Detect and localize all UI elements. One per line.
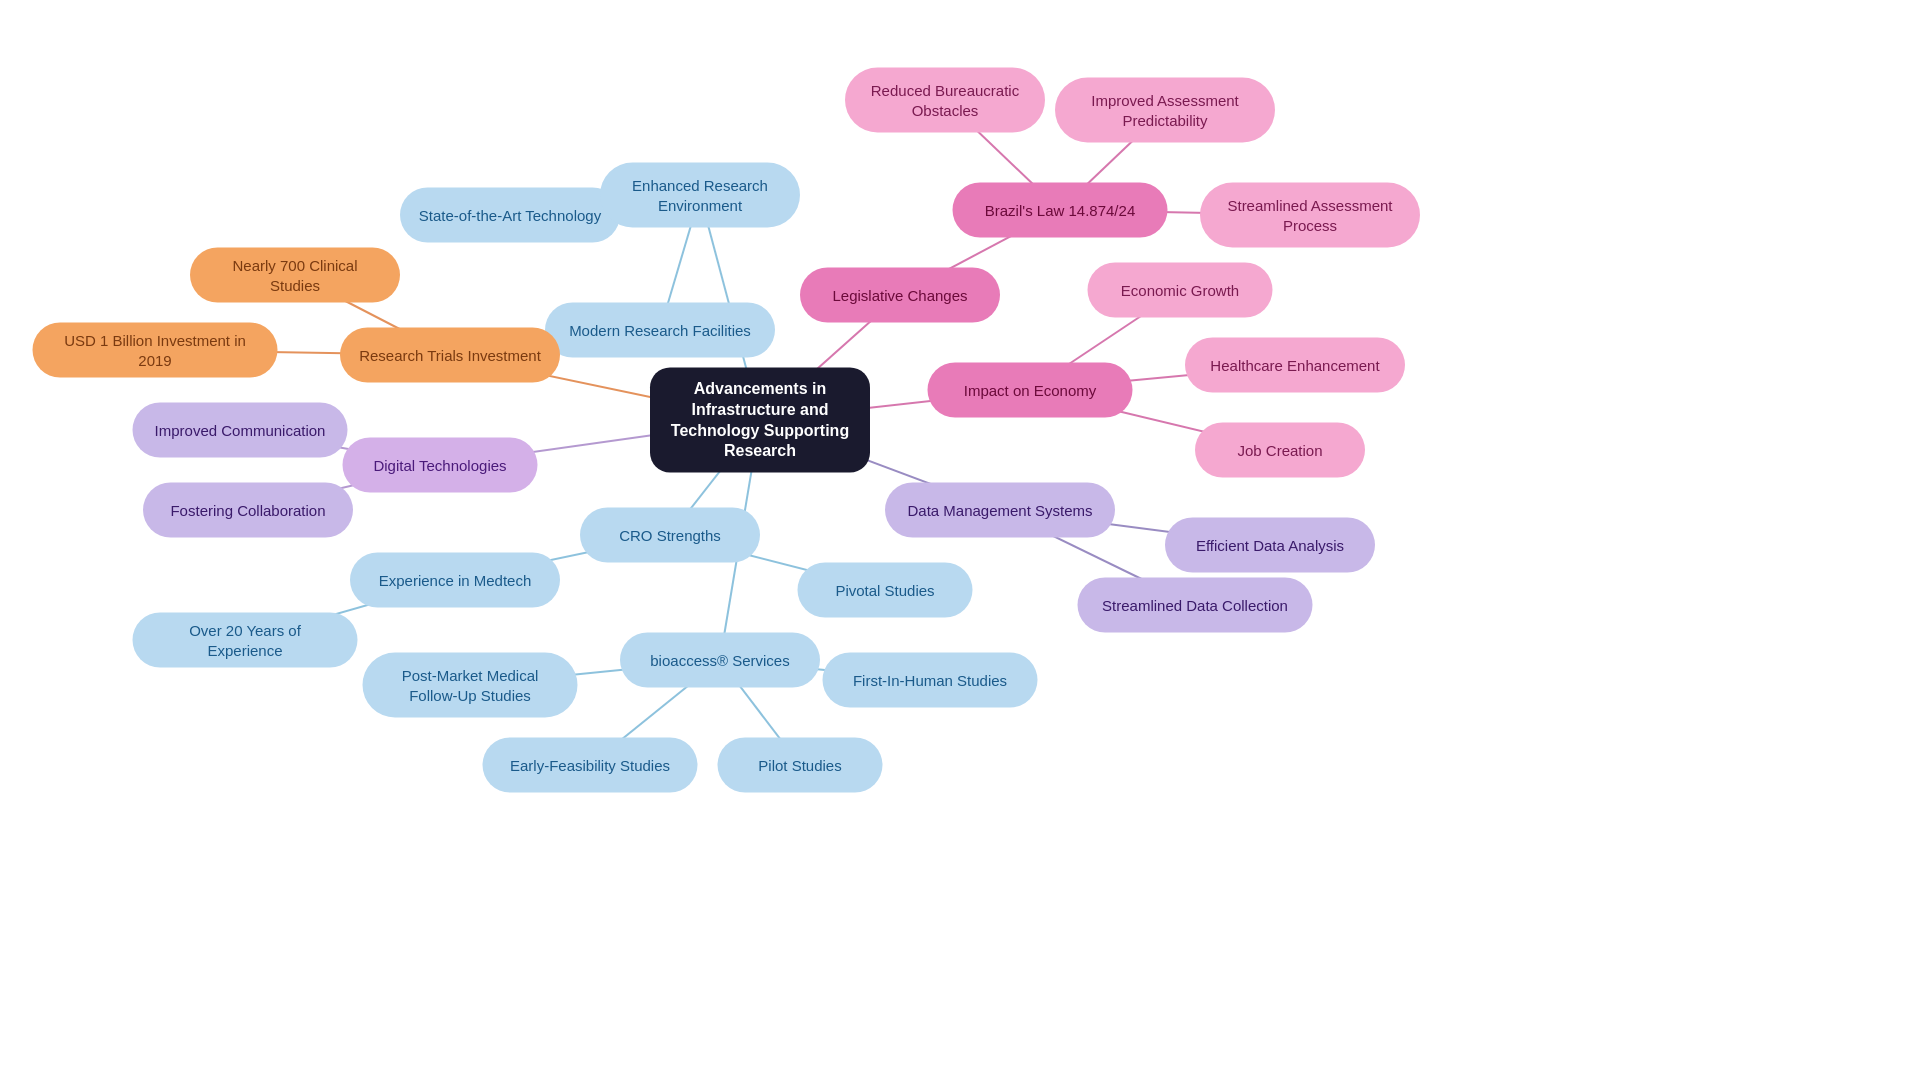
node-over-20[interactable]: Over 20 Years of Experience: [133, 613, 358, 668]
node-enhanced-research[interactable]: Enhanced Research Environment: [600, 163, 800, 228]
node-nearly-700[interactable]: Nearly 700 Clinical Studies: [190, 248, 400, 303]
node-research-trials[interactable]: Research Trials Investment: [340, 328, 560, 383]
node-state-art[interactable]: State-of-the-Art Technology: [400, 188, 620, 243]
node-impact-economy[interactable]: Impact on Economy: [928, 363, 1133, 418]
node-economic-growth[interactable]: Economic Growth: [1088, 263, 1273, 318]
mindmap-container: Advancements in Infrastructure and Techn…: [0, 0, 1920, 1083]
node-brazils-law[interactable]: Brazil's Law 14.874/24: [953, 183, 1168, 238]
connections-svg: [0, 0, 1920, 1083]
node-post-market[interactable]: Post-Market Medical Follow-Up Studies: [363, 653, 578, 718]
node-fostering[interactable]: Fostering Collaboration: [143, 483, 353, 538]
node-improved-assess[interactable]: Improved Assessment Predictability: [1055, 78, 1275, 143]
node-early-feasibility[interactable]: Early-Feasibility Studies: [483, 738, 698, 793]
node-experience-medtech[interactable]: Experience in Medtech: [350, 553, 560, 608]
node-reduced-bureau[interactable]: Reduced Bureaucratic Obstacles: [845, 68, 1045, 133]
node-modern-facilities[interactable]: Modern Research Facilities: [545, 303, 775, 358]
node-cro-strengths[interactable]: CRO Strengths: [580, 508, 760, 563]
node-improved-comm[interactable]: Improved Communication: [133, 403, 348, 458]
node-usd-billion[interactable]: USD 1 Billion Investment in 2019: [33, 323, 278, 378]
node-bioaccess[interactable]: bioaccess® Services: [620, 633, 820, 688]
node-pilot-studies[interactable]: Pilot Studies: [718, 738, 883, 793]
center-node[interactable]: Advancements in Infrastructure and Techn…: [650, 368, 870, 473]
node-pivotal[interactable]: Pivotal Studies: [798, 563, 973, 618]
node-legislative[interactable]: Legislative Changes: [800, 268, 1000, 323]
node-first-human[interactable]: First-In-Human Studies: [823, 653, 1038, 708]
node-job-creation[interactable]: Job Creation: [1195, 423, 1365, 478]
node-digital-tech[interactable]: Digital Technologies: [343, 438, 538, 493]
node-efficient-data[interactable]: Efficient Data Analysis: [1165, 518, 1375, 573]
node-streamlined-data[interactable]: Streamlined Data Collection: [1078, 578, 1313, 633]
node-data-mgmt[interactable]: Data Management Systems: [885, 483, 1115, 538]
node-healthcare[interactable]: Healthcare Enhancement: [1185, 338, 1405, 393]
node-streamlined[interactable]: Streamlined Assessment Process: [1200, 183, 1420, 248]
